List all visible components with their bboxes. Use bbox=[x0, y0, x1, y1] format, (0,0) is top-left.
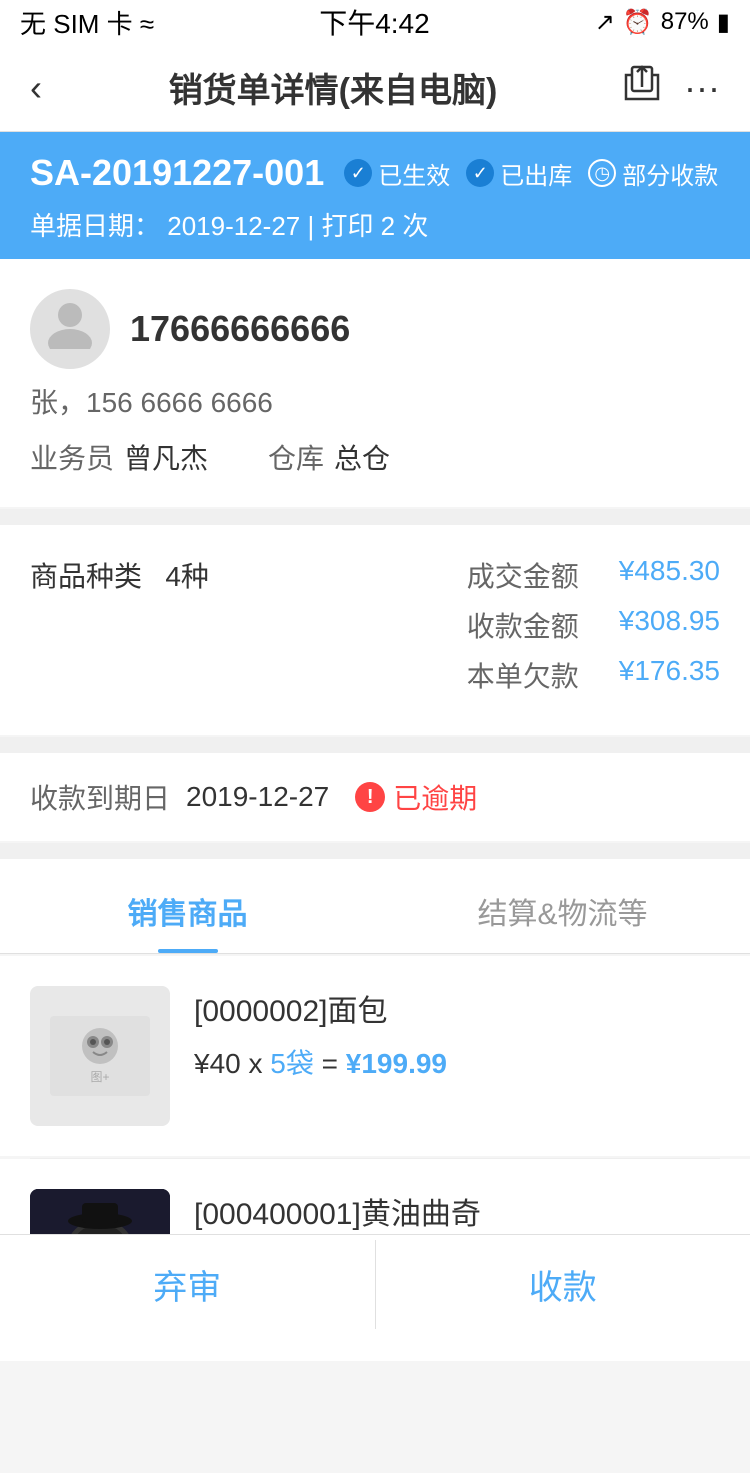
trading-amount-value: ¥485.30 bbox=[619, 555, 720, 595]
header-banner: SA-20191227-001 ✓ 已生效 ✓ 已出库 ◷ 部分收款 单据日期：… bbox=[0, 132, 750, 259]
overdue-badge: ! 已逾期 bbox=[355, 777, 477, 817]
customer-contact: 张，156 6666 6666 bbox=[30, 381, 720, 421]
product-price-bread: ¥40 x 5袋 = ¥199.99 bbox=[194, 1042, 720, 1082]
stats-left: 商品种类 4种 bbox=[30, 555, 209, 595]
alarm-icon: ⏰ bbox=[623, 8, 653, 37]
badge-partial: ◷ 部分收款 bbox=[588, 156, 718, 191]
status-bar: 无 SIM 卡 ≈ 下午4:42 ↗ ⏰ 87% ▮ bbox=[0, 0, 750, 44]
order-date: 2019-12-27 bbox=[167, 211, 300, 241]
clock-icon: ◷ bbox=[588, 159, 616, 187]
banner-date-row: 单据日期： 2019-12-27 | 打印 2 次 bbox=[30, 206, 720, 243]
battery-icon: ▮ bbox=[717, 8, 730, 37]
date-label: 单据日期： bbox=[30, 211, 160, 241]
stats-section: 商品种类 4种 成交金额 ¥485.30 收款金额 ¥308.95 本单欠款 ¥… bbox=[0, 525, 750, 735]
separator3 bbox=[0, 843, 750, 859]
product-image-bread: 图+ bbox=[30, 986, 170, 1126]
collected-value: ¥308.95 bbox=[619, 605, 720, 645]
debt-label: 本单欠款 bbox=[467, 655, 579, 695]
sales-person: 曾凡杰 bbox=[124, 437, 208, 477]
collected-row: 收款金额 ¥308.95 bbox=[467, 605, 720, 645]
tabs-row: 销售商品 结算&物流等 bbox=[0, 859, 750, 954]
tab-settlement[interactable]: 结算&物流等 bbox=[375, 859, 750, 953]
share-icon[interactable] bbox=[624, 65, 660, 110]
status-time: 下午4:42 bbox=[319, 2, 430, 42]
price-total-bread: ¥199.99 bbox=[346, 1048, 447, 1079]
stats-right: 成交金额 ¥485.30 收款金额 ¥308.95 本单欠款 ¥176.35 bbox=[467, 555, 720, 705]
trading-amount-row: 成交金额 ¥485.30 bbox=[467, 555, 720, 595]
price-qty-bread: 5袋 bbox=[270, 1048, 314, 1079]
due-date: 2019-12-27 bbox=[186, 781, 329, 813]
product-name-bread: [0000002]面包 bbox=[194, 986, 720, 1030]
print-info: | 打印 2 次 bbox=[307, 211, 428, 241]
separator1 bbox=[0, 509, 750, 525]
collected-label: 收款金额 bbox=[467, 605, 579, 645]
warehouse-value: 总仓 bbox=[334, 437, 390, 477]
due-label: 收款到期日 bbox=[30, 777, 170, 817]
tabs-section: 销售商品 结算&物流等 bbox=[0, 859, 750, 954]
debt-row: 本单欠款 ¥176.35 bbox=[467, 655, 720, 695]
overdue-text: 已逾期 bbox=[393, 777, 477, 817]
product-item-bread: 图+ [0000002]面包 ¥40 x 5袋 = ¥199.99 bbox=[0, 956, 750, 1156]
banner-row1: SA-20191227-001 ✓ 已生效 ✓ 已出库 ◷ 部分收款 bbox=[30, 152, 720, 194]
overdue-icon: ! bbox=[355, 782, 385, 812]
svg-text:图+: 图+ bbox=[90, 1070, 109, 1084]
sales-info: 业务员 曾凡杰 bbox=[30, 437, 208, 477]
nav-bar: ‹ 销货单详情(来自电脑) ··· bbox=[0, 44, 750, 132]
check-icon: ✓ bbox=[344, 159, 372, 187]
collect-button[interactable]: 收款 bbox=[376, 1240, 750, 1329]
price-base-bread: ¥40 x bbox=[194, 1048, 270, 1079]
badge-effective: ✓ 已生效 bbox=[344, 156, 450, 191]
customer-section: 17666666666 张，156 6666 6666 业务员 曾凡杰 仓库 总… bbox=[0, 259, 750, 507]
badge-shipped: ✓ 已出库 bbox=[466, 156, 572, 191]
sales-label: 业务员 bbox=[30, 437, 114, 477]
product-type-label: 商品种类 bbox=[30, 561, 142, 592]
back-button[interactable]: ‹ bbox=[30, 67, 42, 109]
customer-meta: 业务员 曾凡杰 仓库 总仓 bbox=[30, 437, 720, 477]
product-info-bread: [0000002]面包 ¥40 x 5袋 = ¥199.99 bbox=[194, 986, 720, 1082]
customer-id: 17666666666 bbox=[130, 308, 350, 350]
debt-value: ¥176.35 bbox=[619, 655, 720, 695]
customer-row: 17666666666 bbox=[30, 289, 720, 369]
cancel-review-button[interactable]: 弃审 bbox=[0, 1240, 376, 1329]
status-badges: ✓ 已生效 ✓ 已出库 ◷ 部分收款 bbox=[344, 156, 718, 191]
check-icon2: ✓ bbox=[466, 159, 494, 187]
trading-amount-label: 成交金额 bbox=[467, 555, 579, 595]
more-icon[interactable]: ··· bbox=[684, 67, 720, 109]
order-id: SA-20191227-001 bbox=[30, 152, 324, 194]
page-title: 销货单详情(来自电脑) bbox=[169, 63, 498, 112]
bottom-bar: 弃审 收款 bbox=[0, 1234, 750, 1334]
location-icon: ↗ bbox=[595, 8, 615, 37]
warehouse-info: 仓库 总仓 bbox=[268, 437, 390, 477]
nav-actions: ··· bbox=[624, 65, 720, 110]
avatar-person-icon bbox=[44, 297, 96, 361]
warehouse-label: 仓库 bbox=[268, 437, 324, 477]
status-right: ↗ ⏰ 87% ▮ bbox=[595, 8, 730, 37]
product-name-cookie: [000400001]黄油曲奇 bbox=[194, 1189, 720, 1233]
status-carrier: 无 SIM 卡 ≈ bbox=[20, 4, 154, 41]
tab-sales-products[interactable]: 销售商品 bbox=[0, 859, 375, 953]
customer-avatar bbox=[30, 289, 110, 369]
product-count: 4种 bbox=[165, 561, 209, 592]
separator2 bbox=[0, 737, 750, 753]
battery-level: 87% bbox=[661, 8, 709, 36]
due-section: 收款到期日 2019-12-27 ! 已逾期 bbox=[0, 753, 750, 841]
bottom-spacer bbox=[0, 1363, 750, 1473]
